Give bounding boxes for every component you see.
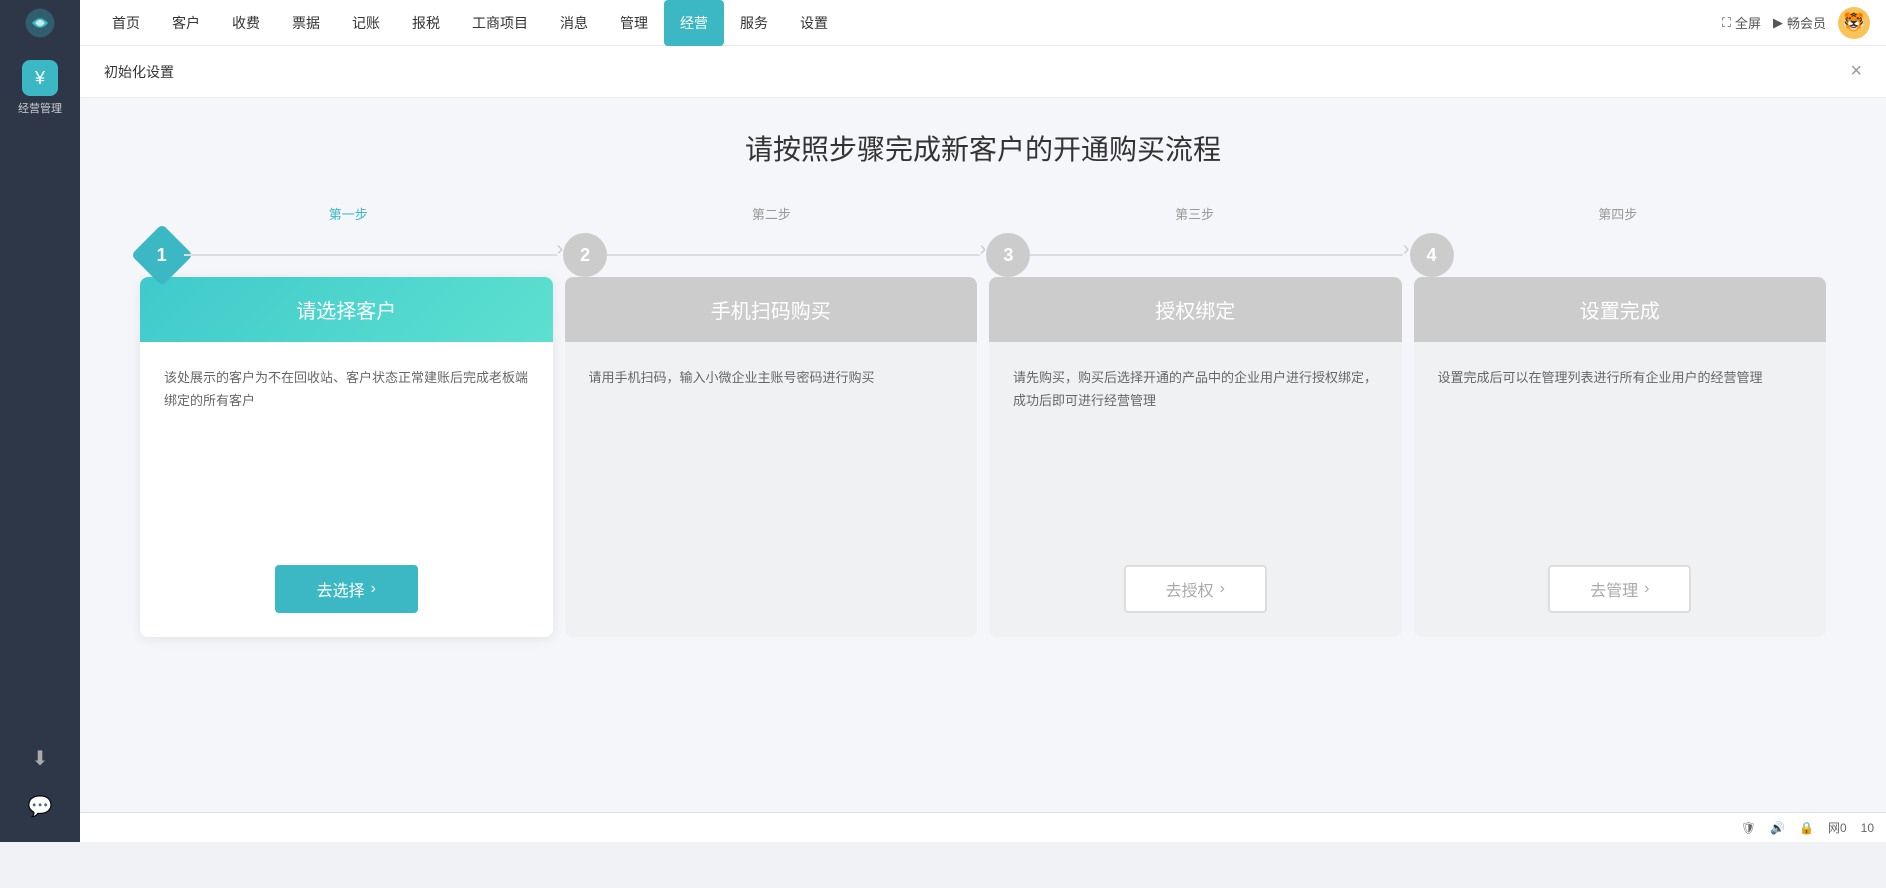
nav-home[interactable]: 首页 bbox=[96, 0, 156, 46]
card4-header: 设置完成 bbox=[1414, 277, 1827, 342]
arrow2-icon: › bbox=[980, 238, 987, 261]
card2-header: 手机扫码购买 bbox=[565, 277, 978, 342]
nav-fee[interactable]: 收费 bbox=[216, 0, 276, 46]
top-nav: 首页 客户 收费 票据 记账 报税 工商项目 消息 管理 经营 服务 设置 ⛶ … bbox=[80, 0, 1886, 46]
sidebar-bottom: ⬇ 💬 bbox=[0, 738, 80, 842]
play-icon: ▶ bbox=[1773, 15, 1783, 31]
step4-label: 第四步 bbox=[1598, 204, 1637, 223]
card1-header: 请选择客户 bbox=[140, 277, 553, 342]
go-authorize-button[interactable]: 去授权 › bbox=[1124, 565, 1267, 613]
step-card-2: 手机扫码购买 请用手机扫码，输入小微企业主账号密码进行购买 bbox=[565, 277, 978, 637]
yuan-icon: ¥ bbox=[22, 60, 58, 96]
nav-service[interactable]: 服务 bbox=[724, 0, 784, 46]
go-manage-button[interactable]: 去管理 › bbox=[1548, 565, 1691, 613]
nav-operation[interactable]: 经营 bbox=[664, 0, 724, 46]
arrow3-icon: › bbox=[1403, 238, 1410, 261]
arrow1-icon: › bbox=[557, 238, 564, 261]
nav-bill[interactable]: 票据 bbox=[276, 0, 336, 46]
nav-manage[interactable]: 管理 bbox=[604, 0, 664, 46]
page-title: 请按照步骤完成新客户的开通购买流程 bbox=[120, 128, 1846, 168]
speaker-status-icon: 🔊 bbox=[1770, 821, 1785, 835]
download-icon[interactable]: ⬇ bbox=[20, 738, 60, 778]
status-right: 🛡 🔊 🔒 网0 10 bbox=[1741, 819, 1874, 836]
step3-circle: 3 bbox=[986, 233, 1030, 277]
card3-body: 请先购买，购买后选择开通的产品中的企业用户进行授权绑定，成功后即可进行经营管理 bbox=[989, 342, 1402, 553]
nav-message[interactable]: 消息 bbox=[544, 0, 604, 46]
step2-label: 第二步 bbox=[752, 204, 791, 223]
content-area: 请按照步骤完成新客户的开通购买流程 第一步 1 › bbox=[80, 98, 1886, 687]
signal-status: 10 bbox=[1861, 821, 1874, 835]
go-select-button[interactable]: 去选择 › bbox=[275, 565, 418, 613]
page-header: 初始化设置 × bbox=[80, 46, 1886, 98]
card3-footer: 去授权 › bbox=[989, 553, 1402, 637]
main-content: 初始化设置 × 请按照步骤完成新客户的开通购买流程 第一步 1 bbox=[80, 46, 1886, 812]
card3-header: 授权绑定 bbox=[989, 277, 1402, 342]
breadcrumb: 初始化设置 bbox=[104, 62, 174, 82]
card4-body: 设置完成后可以在管理列表进行所有企业用户的经营管理 bbox=[1414, 342, 1827, 553]
step-card-1: 请选择客户 该处展示的客户为不在回收站、客户状态正常建账后完成老板端绑定的所有客… bbox=[140, 277, 553, 637]
card1-footer: 去选择 › bbox=[140, 553, 553, 637]
vip-button[interactable]: ▶ 畅会员 bbox=[1773, 13, 1826, 32]
nav-client[interactable]: 客户 bbox=[156, 0, 216, 46]
cards-row: 请选择客户 该处展示的客户为不在回收站、客户状态正常建账后完成老板端绑定的所有客… bbox=[120, 277, 1846, 657]
nav-settings[interactable]: 设置 bbox=[784, 0, 844, 46]
step3-label: 第三步 bbox=[1175, 204, 1214, 223]
chat-icon[interactable]: 💬 bbox=[20, 786, 60, 826]
close-button[interactable]: × bbox=[1850, 60, 1862, 83]
nav-business[interactable]: 工商项目 bbox=[456, 0, 544, 46]
step-card-4: 设置完成 设置完成后可以在管理列表进行所有企业用户的经营管理 去管理 › bbox=[1414, 277, 1827, 637]
network-status: 网0 bbox=[1828, 819, 1847, 836]
sidebar-item-jingying[interactable]: ¥ 经营管理 bbox=[0, 46, 80, 130]
sidebar-item-label: 经营管理 bbox=[18, 100, 62, 116]
avatar[interactable]: 🐯 bbox=[1838, 7, 1870, 39]
status-bar: ▶ 完成 🛡 🔊 🔒 网0 10 bbox=[0, 812, 1886, 842]
nav-tax[interactable]: 报税 bbox=[396, 0, 456, 46]
fullscreen-button[interactable]: ⛶ 全屏 bbox=[1722, 13, 1761, 32]
step2-circle: 2 bbox=[563, 233, 607, 277]
card4-footer: 去管理 › bbox=[1414, 553, 1827, 637]
nav-right: ⛶ 全屏 ▶ 畅会员 🐯 bbox=[1722, 7, 1870, 39]
step4-circle: 4 bbox=[1410, 233, 1454, 277]
nav-account[interactable]: 记账 bbox=[336, 0, 396, 46]
fullscreen-icon: ⛶ bbox=[1722, 15, 1731, 31]
lock-status-icon: 🔒 bbox=[1799, 821, 1814, 835]
card1-body: 该处展示的客户为不在回收站、客户状态正常建账后完成老板端绑定的所有客户 bbox=[140, 342, 553, 553]
step1-label: 第一步 bbox=[329, 204, 368, 223]
sidebar-logo bbox=[0, 0, 80, 46]
card2-body: 请用手机扫码，输入小微企业主账号密码进行购买 bbox=[565, 342, 978, 601]
shield-status-icon: 🛡 bbox=[1741, 821, 1756, 835]
sidebar: ¥ 经营管理 ⬇ 💬 bbox=[0, 0, 80, 842]
step-card-3: 授权绑定 请先购买，购买后选择开通的产品中的企业用户进行授权绑定，成功后即可进行… bbox=[989, 277, 1402, 637]
card2-footer bbox=[565, 601, 978, 637]
